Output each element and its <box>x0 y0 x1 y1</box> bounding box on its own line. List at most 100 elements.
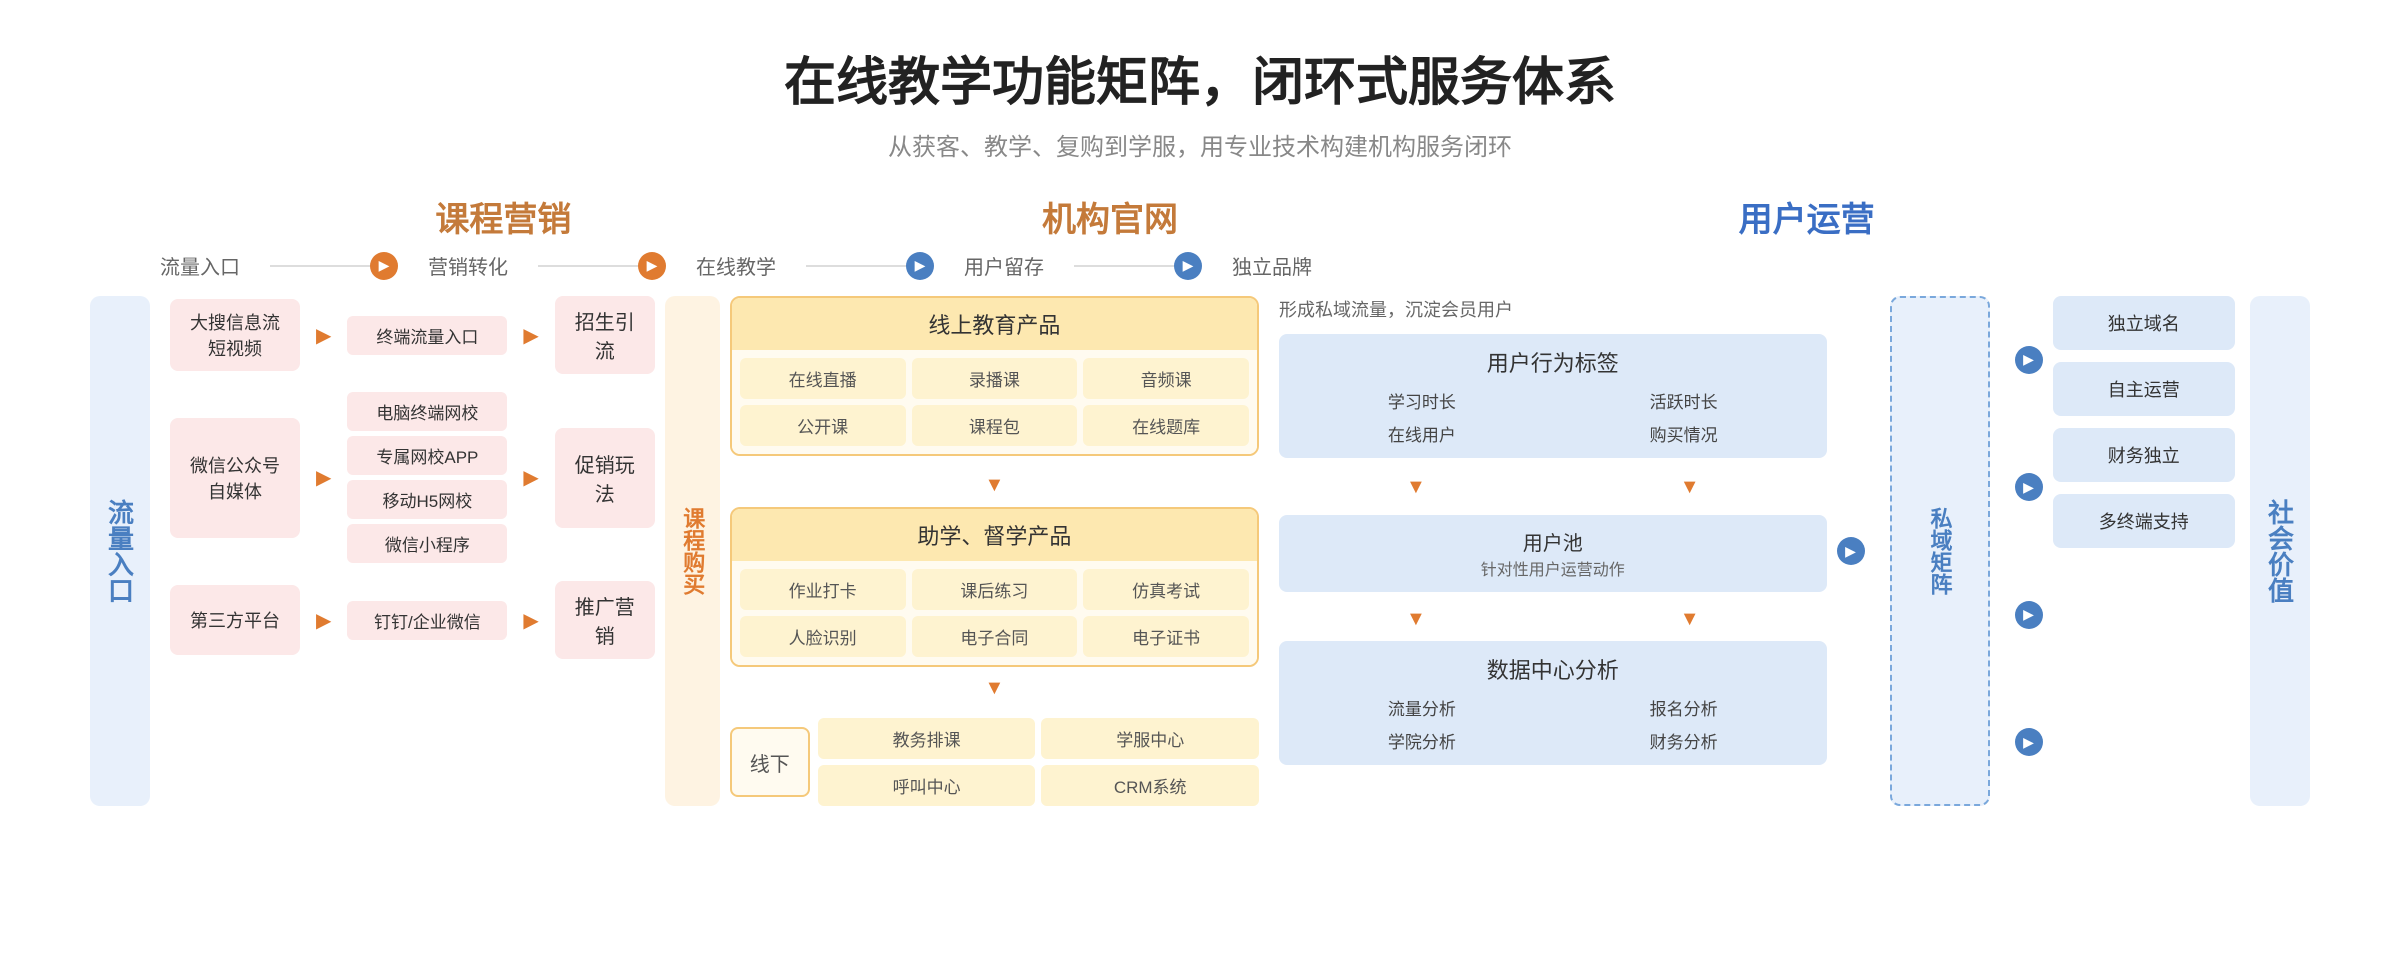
stage-retention-text: 用户留存 <box>964 251 1044 280</box>
offline-item-4: CRM系统 <box>1041 765 1259 806</box>
tag-1: 学习时长 <box>1295 388 1549 413</box>
product-item-6: 在线题库 <box>1083 405 1249 446</box>
analysis-grid: 流量分析 报名分析 学院分析 财务分析 <box>1295 695 1810 753</box>
analysis-3: 学院分析 <box>1295 728 1549 753</box>
assist-item-4: 人脸识别 <box>740 616 906 657</box>
offline-label: 线下 <box>730 727 810 797</box>
orange-arrow-1: ▶ <box>370 252 398 280</box>
stage-brand: 独立品牌 <box>1232 251 1312 280</box>
blue-arrow-4a: ▶ <box>2015 346 2043 374</box>
channel-2-4: 微信小程序 <box>347 524 507 563</box>
source-3: 第三方平台 <box>170 585 300 655</box>
channel-1-1: 终端流量入口 <box>347 316 507 355</box>
data-analysis-title: 数据中心分析 <box>1295 653 1810 685</box>
channel-col-3: 钉钉/企业微信 <box>347 601 507 640</box>
right-label: 社会价值 <box>2250 296 2310 806</box>
course-buy-label: 课程购买 <box>665 296 720 806</box>
tag-2: 活跃时长 <box>1557 388 1811 413</box>
channel-col-2: 电脑终端网校 专属网校APP 移动H5网校 微信小程序 <box>347 392 507 563</box>
user-pool-box: 用户池 针对性用户运营动作 <box>1279 515 1826 592</box>
blue-arrow-3: ▶ <box>1837 537 1865 565</box>
sub-title: 从获客、教学、复购到学服，用专业技术构建机构服务闭环 <box>60 127 2340 162</box>
down-arrow-3b: ▼ <box>1680 476 1700 499</box>
assist-item-5: 电子合同 <box>912 616 1078 657</box>
channel-2-3: 移动H5网校 <box>347 480 507 519</box>
brand-section: 独立域名 自主运营 财务独立 多终端支持 <box>2053 296 2236 806</box>
left-label: 流量入口 <box>90 296 150 806</box>
section-label-official: 机构官网 <box>810 192 1410 241</box>
blue-arrow-1: ▶ <box>906 252 934 280</box>
arrow-3: ▶ <box>806 252 934 280</box>
assist-grid: 作业打卡 课后练习 仿真考试 人脸识别 电子合同 电子证书 <box>732 561 1257 665</box>
mini-arrow-3b: ▶ <box>523 608 538 633</box>
product-block: 线上教育产品 在线直播 录播课 音频课 公开课 课程包 在线题库 <box>730 296 1259 456</box>
channel-2-2: 专属网校APP <box>347 436 507 475</box>
product-block-header: 线上教育产品 <box>732 298 1257 350</box>
brand-item-1: 独立域名 <box>2053 296 2236 350</box>
offline-item-2: 学服中心 <box>1041 718 1259 759</box>
mini-arrow-2: ▶ <box>316 465 331 490</box>
assist-item-6: 电子证书 <box>1083 616 1249 657</box>
arrow-4: ▶ <box>1074 252 1202 280</box>
tag-4: 购买情况 <box>1557 421 1811 446</box>
source-1: 大搜信息流短视频 <box>170 299 300 371</box>
down-arrow-2: ▼ <box>730 677 1259 700</box>
stages-row: 流量入口 ▶ 营销转化 ▶ 在线教学 ▶ 用户留存 <box>160 251 2340 280</box>
channel-col-1: 终端流量入口 <box>347 316 507 355</box>
product-item-5: 课程包 <box>912 405 1078 446</box>
data-analysis-block: 数据中心分析 流量分析 报名分析 学院分析 财务分析 <box>1279 641 1826 765</box>
convert-1: 招生引流 <box>555 296 655 374</box>
offline-row: 线下 教务排课 学服中心 呼叫中心 CRM系统 <box>730 718 1259 806</box>
product-item-1: 在线直播 <box>740 358 906 399</box>
traffic-row-1: 大搜信息流短视频 ▶ 终端流量入口 ▶ 招生引流 <box>170 296 655 374</box>
down-arrow-4a: ▼ <box>1406 608 1426 631</box>
offline-item-3: 呼叫中心 <box>818 765 1036 806</box>
user-tag-title: 用户行为标签 <box>1295 346 1810 378</box>
blue-arrow-2: ▶ <box>1174 252 1202 280</box>
traffic-row-2: 微信公众号自媒体 ▶ 电脑终端网校 专属网校APP 移动H5网校 微信小程序 ▶… <box>170 392 655 563</box>
down-arrow-1: ▼ <box>730 474 1259 497</box>
product-grid: 在线直播 录播课 音频课 公开课 课程包 在线题库 <box>732 350 1257 454</box>
down-arrow-4b: ▼ <box>1680 608 1700 631</box>
orange-arrow-2: ▶ <box>638 252 666 280</box>
stage-online: 在线教学 <box>696 251 776 280</box>
online-section: 线上教育产品 在线直播 录播课 音频课 公开课 课程包 在线题库 ▼ 助学、督学… <box>730 296 1259 806</box>
offline-items: 教务排课 学服中心 呼叫中心 CRM系统 <box>818 718 1259 806</box>
traffic-row-3: 第三方平台 ▶ 钉钉/企业微信 ▶ 推广营销 <box>170 581 655 659</box>
mini-arrow-1: ▶ <box>316 323 331 348</box>
blue-arrow-4d: ▶ <box>2015 728 2043 756</box>
arrow-1: ▶ <box>270 252 398 280</box>
stage-marketing-text: 营销转化 <box>428 251 508 280</box>
user-tag-block: 用户行为标签 学习时长 活跃时长 在线用户 购买情况 <box>1279 334 1826 458</box>
user-private-text: 形成私域流量，沉淀会员用户 <box>1279 296 1826 322</box>
header: 在线教学功能矩阵，闭环式服务体系 从获客、教学、复购到学服，用专业技术构建机构服… <box>60 40 2340 162</box>
tag-3: 在线用户 <box>1295 421 1549 446</box>
convert-3: 推广营销 <box>555 581 655 659</box>
section-label-marketing: 课程营销 <box>243 192 763 241</box>
mini-arrow-3: ▶ <box>316 608 331 633</box>
user-section: 形成私域流量，沉淀会员用户 用户行为标签 学习时长 活跃时长 在线用户 购买情况… <box>1279 296 1826 806</box>
private-matrix-label: 私域矩阵 <box>1890 296 1990 806</box>
product-item-4: 公开课 <box>740 405 906 446</box>
blue-arrow-4c: ▶ <box>2015 601 2043 629</box>
source-2: 微信公众号自媒体 <box>170 418 300 538</box>
assist-item-1: 作业打卡 <box>740 569 906 610</box>
assist-block-header: 助学、督学产品 <box>732 509 1257 561</box>
brand-item-3: 财务独立 <box>2053 428 2236 482</box>
analysis-4: 财务分析 <box>1557 728 1811 753</box>
blue-arrow-4b: ▶ <box>2015 473 2043 501</box>
assist-block: 助学、督学产品 作业打卡 课后练习 仿真考试 人脸识别 电子合同 电子证书 <box>730 507 1259 667</box>
product-item-3: 音频课 <box>1083 358 1249 399</box>
channel-3-1: 钉钉/企业微信 <box>347 601 507 640</box>
stage-traffic-text: 流量入口 <box>160 251 240 280</box>
analysis-1: 流量分析 <box>1295 695 1549 720</box>
assist-item-3: 仿真考试 <box>1083 569 1249 610</box>
stage-brand-text: 独立品牌 <box>1232 251 1312 280</box>
assist-item-2: 课后练习 <box>912 569 1078 610</box>
main-title: 在线教学功能矩阵，闭环式服务体系 <box>60 40 2340 115</box>
convert-2: 促销玩法 <box>555 428 655 528</box>
brand-item-4: 多终端支持 <box>2053 494 2236 548</box>
main-content: 流量入口 大搜信息流短视频 ▶ 终端流量入口 ▶ 招生引流 微信公众号自媒体 ▶… <box>60 296 2340 806</box>
tag-grid: 学习时长 活跃时长 在线用户 购买情况 <box>1295 388 1810 446</box>
stage-online-text: 在线教学 <box>696 251 776 280</box>
